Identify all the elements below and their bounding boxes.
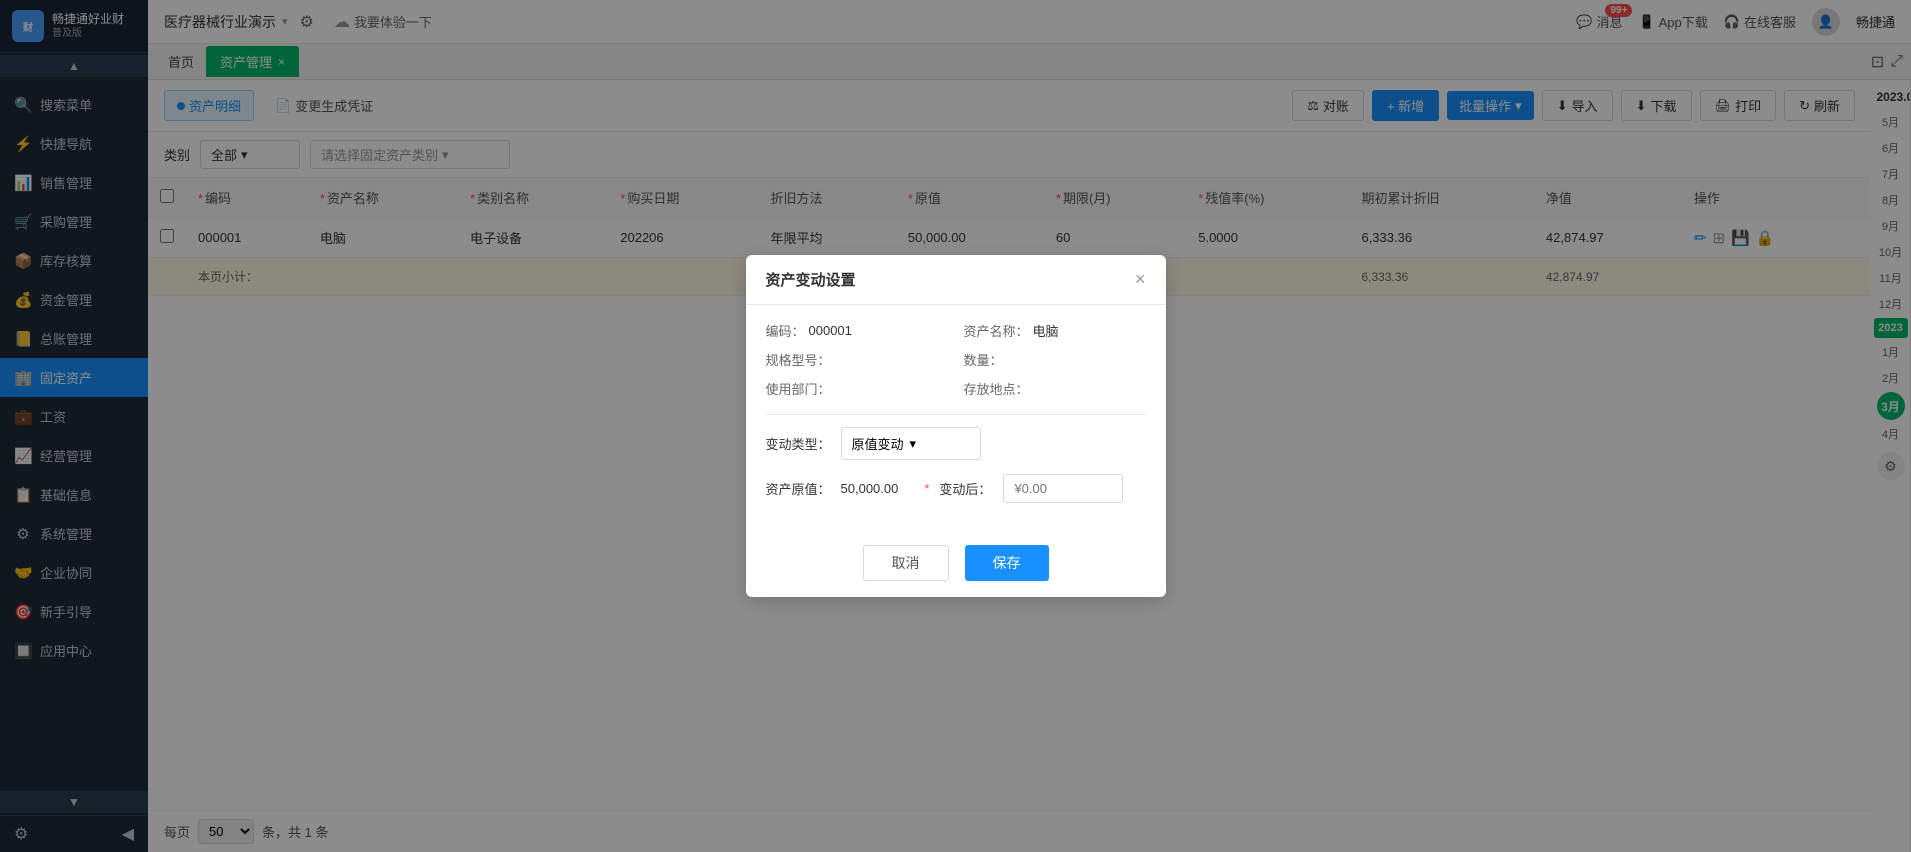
modal-body: 编码： 000001 资产名称： 电脑 规格型号： 数量： 使用部门： xyxy=(746,305,1166,533)
change-type-select[interactable]: 原值变动 ▾ xyxy=(841,427,981,460)
modal-change-type-control: 原值变动 ▾ xyxy=(841,427,1146,460)
modal-dept-label: 使用部门： xyxy=(766,379,831,398)
modal-original-value-row: 资产原值： 50,000.00 * 变动后： xyxy=(766,474,1146,503)
modal-location-label: 存放地点： xyxy=(964,379,1029,398)
modal-quantity-row: 数量： xyxy=(964,350,1146,369)
modal-dept-row: 使用部门： xyxy=(766,379,948,398)
change-type-value: 原值变动 xyxy=(852,434,904,453)
modal-info-grid: 编码： 000001 资产名称： 电脑 规格型号： 数量： 使用部门： xyxy=(766,321,1146,398)
required-star: * xyxy=(924,481,929,496)
modal-change-type-row: 变动类型： 原值变动 ▾ xyxy=(766,427,1146,460)
modal-spec-row: 规格型号： xyxy=(766,350,948,369)
modal-divider xyxy=(766,414,1146,415)
modal-footer: 取消 保存 xyxy=(746,533,1166,597)
modal-original-value-control: 50,000.00 * 变动后： xyxy=(841,474,1146,503)
modal-location-row: 存放地点： xyxy=(964,379,1146,398)
modal-code-label: 编码： xyxy=(766,321,805,340)
modal-name-label: 资产名称： xyxy=(964,321,1029,340)
modal-code-row: 编码： 000001 xyxy=(766,321,948,340)
modal-title: 资产变动设置 xyxy=(766,269,856,290)
modal-code-value: 000001 xyxy=(809,323,852,338)
modal-header: 资产变动设置 × xyxy=(746,255,1166,305)
modal-change-type-label: 变动类型： xyxy=(766,434,831,453)
modal-quantity-label: 数量： xyxy=(964,350,1003,369)
asset-change-modal: 资产变动设置 × 编码： 000001 资产名称： 电脑 规格型号： xyxy=(746,255,1166,597)
modal-original-value-value: 50,000.00 xyxy=(841,481,899,496)
modal-close-button[interactable]: × xyxy=(1135,269,1146,290)
modal-original-value-label: 资产原值： xyxy=(766,479,831,498)
after-change-label: 变动后： xyxy=(939,479,991,498)
cancel-button[interactable]: 取消 xyxy=(863,545,949,581)
modal-name-row: 资产名称： 电脑 xyxy=(964,321,1146,340)
save-button[interactable]: 保存 xyxy=(965,545,1049,581)
modal-name-value: 电脑 xyxy=(1033,321,1059,340)
modal-overlay: 资产变动设置 × 编码： 000001 资产名称： 电脑 规格型号： xyxy=(0,0,1911,852)
select-chevron-icon: ▾ xyxy=(910,436,917,452)
modal-spec-label: 规格型号： xyxy=(766,350,831,369)
after-change-input[interactable] xyxy=(1003,474,1123,503)
